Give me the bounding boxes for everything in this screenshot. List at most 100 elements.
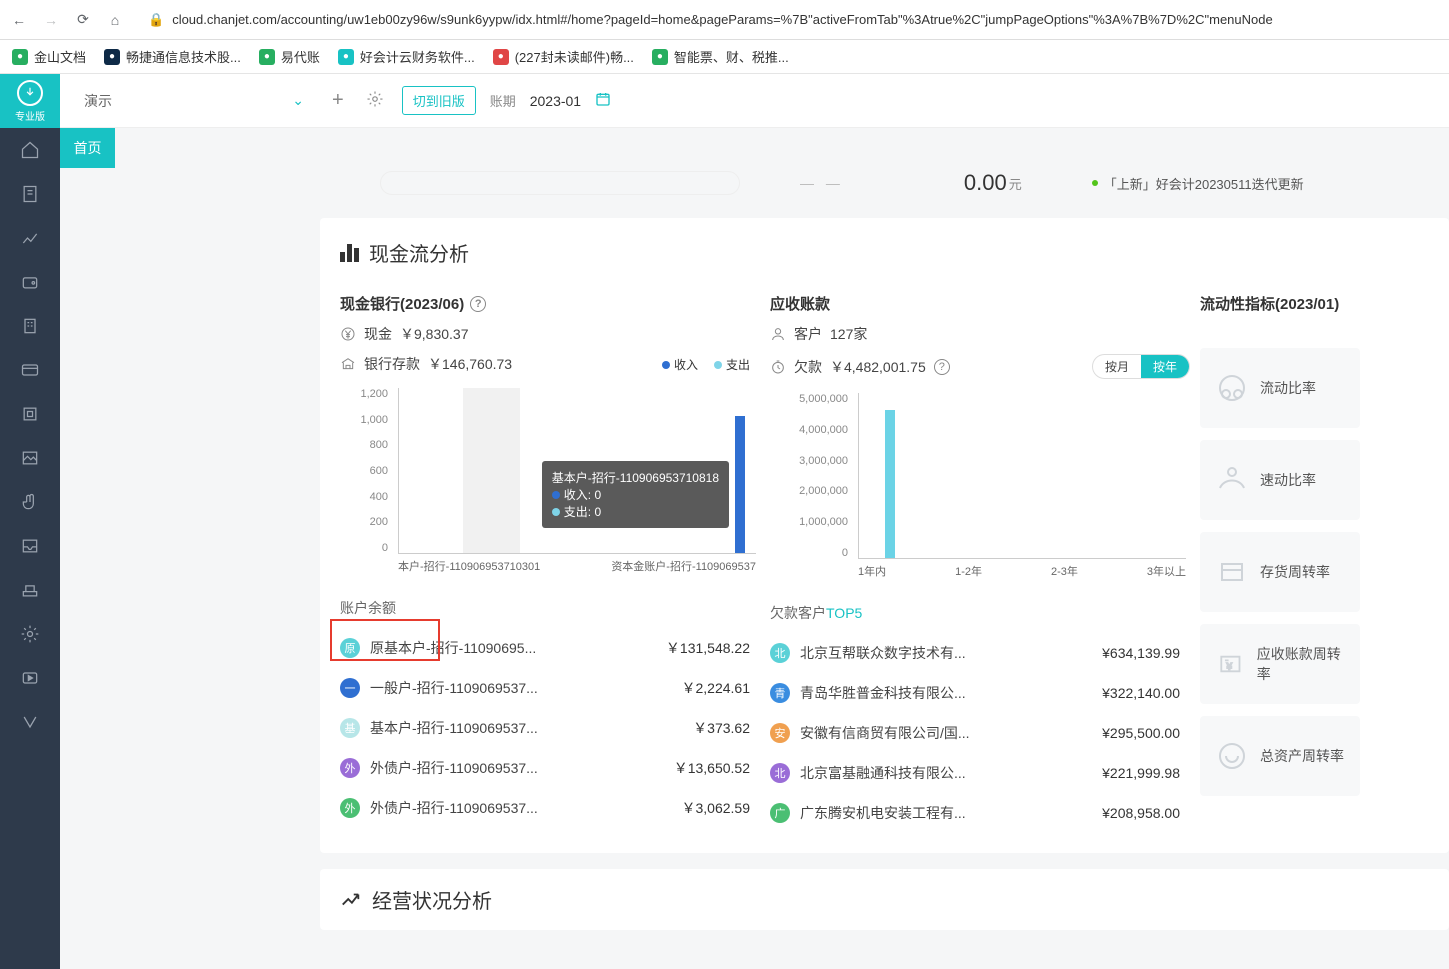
list-item[interactable]: 青青岛华胜普金科技有限公...¥322,140.00 [770,673,1190,713]
list-item[interactable]: 广广东腾安机电安装工程有...¥208,958.00 [770,793,1190,833]
account-selector[interactable]: 演示 ⌄ [74,84,314,118]
list-item[interactable]: 北北京富基融通科技有限公...¥221,999.98 [770,753,1190,793]
bank-legend: 收入 支出 [662,356,750,373]
recv-title: 应收账款 [770,293,1190,314]
bookmark-icon: ● [259,49,275,65]
help-icon[interactable]: ? [470,296,486,312]
bookmark-item[interactable]: ●易代账 [259,47,320,66]
liquidity-card[interactable]: 存货周转率 [1200,532,1360,612]
help-icon[interactable]: ? [934,359,950,375]
bookmark-item[interactable]: ●金山文档 [12,47,86,66]
badge-icon: 基 [340,718,360,738]
bookmark-icon: ● [493,49,509,65]
nav-tray-icon[interactable] [0,568,60,612]
address-bar[interactable]: 🔒 cloud.chanjet.com/accounting/uw1eb00zy… [138,8,1439,32]
nav-chart-icon[interactable] [0,216,60,260]
badge-icon: 一 [340,678,360,698]
chart-tooltip: 基本户-招行-110906953710818 收入: 0 支出: 0 [542,461,729,528]
metric-icon [1214,370,1250,406]
bank-icon [340,356,356,372]
period-toggle[interactable]: 按月 按年 [1092,354,1190,379]
liquidity-card[interactable]: 流动比率 [1200,348,1360,428]
bank-title: 现金银行(2023/06) ? [340,293,760,314]
bookmark-icon: ● [12,49,28,65]
nav-video-icon[interactable] [0,656,60,700]
receivables-column: 应收账款 客户 127家 [770,293,1190,833]
yen-icon [340,326,356,342]
balance-title: 账户余额 [340,598,760,618]
url-text: cloud.chanjet.com/accounting/uw1eb00zy96… [172,12,1273,27]
nav-card-icon[interactable] [0,348,60,392]
bookmark-icon: ● [104,49,120,65]
bookmark-item[interactable]: ●(227封未读邮件)畅... [493,47,634,66]
user-icon [770,326,786,342]
strip-pill [380,171,740,195]
bank-column: 现金银行(2023/06) ? 现金 ￥9,830.37 [340,293,760,833]
top-bar: 演示 ⌄ + 切到旧版 账期 2023-01 [60,74,1449,128]
cashflow-panel: 现金流分析 现金银行(2023/06) ? 现金 [320,218,1449,853]
badge-icon: 青 [770,683,790,703]
forward-icon[interactable]: → [42,11,60,29]
switch-old-button[interactable]: 切到旧版 [402,86,476,115]
list-item[interactable]: 安安徽有信商贸有限公司/国...¥295,500.00 [770,713,1190,753]
trend-icon [340,889,362,911]
metric-icon [1214,462,1250,498]
nav-wallet-icon[interactable] [0,260,60,304]
highlight-box [330,619,440,661]
bar-chart-icon [340,244,359,262]
nav-stamp-icon[interactable] [0,392,60,436]
home-icon[interactable]: ⌂ [106,11,124,29]
clock-icon [770,359,786,375]
strip-dash: — — [800,175,844,191]
app-logo[interactable]: 专业版 [0,74,60,128]
panel-title: 现金流分析 [340,238,1449,267]
reload-icon[interactable]: ⟳ [74,11,92,29]
list-item[interactable]: 北北京互帮联众数字技术有...¥634,139.99 [770,633,1190,673]
side-nav: 专业版 [0,74,60,969]
liquidity-card[interactable]: ¥应收账款周转率 [1200,624,1360,704]
list-item[interactable]: 外外债户-招行-1109069537...￥13,650.52 [340,748,760,788]
svg-text:¥: ¥ [1226,661,1233,671]
nav-hand-icon[interactable] [0,480,60,524]
customer-list: 北北京互帮联众数字技术有...¥634,139.99青青岛华胜普金科技有限公..… [770,633,1190,833]
list-item[interactable]: 基基本户-招行-1109069537...￥373.62 [340,708,760,748]
nav-v-icon[interactable] [0,700,60,744]
toggle-year[interactable]: 按年 [1141,355,1189,378]
liquidity-card[interactable]: 速动比率 [1200,440,1360,520]
settings-icon[interactable] [362,86,388,115]
nav-image-icon[interactable] [0,436,60,480]
bank-chart[interactable]: 1,2001,0008006004002000 基本户-招行-110906953… [340,388,760,578]
tab-home[interactable]: 首页 [60,128,115,168]
bookmark-item[interactable]: ●好会计云财务软件... [338,47,475,66]
badge-icon: 外 [340,758,360,778]
period-label: 账期 [490,91,516,110]
badge-icon: 安 [770,723,790,743]
list-item[interactable]: 一一般户-招行-1109069537...￥2,224.61 [340,668,760,708]
liquidity-column: 流动性指标(2023/01) 流动比率速动比率存货周转率¥应收账款周转率总资产周… [1200,293,1360,833]
strip-unit: 元 [1009,174,1022,193]
top5-title: 欠款客户TOP5 [770,603,1190,623]
nav-home-icon[interactable] [0,128,60,172]
toggle-month[interactable]: 按月 [1093,355,1141,378]
browser-toolbar: ← → ⟳ ⌂ 🔒 cloud.chanjet.com/accounting/u… [0,0,1449,40]
liquidity-card[interactable]: 总资产周转率 [1200,716,1360,796]
back-icon[interactable]: ← [10,11,28,29]
recv-chart[interactable]: 5,000,0004,000,0003,000,0002,000,0001,00… [770,393,1190,583]
add-icon[interactable]: + [328,85,348,116]
nav-building-icon[interactable] [0,304,60,348]
news-dot-icon [1092,180,1098,186]
bookmark-item[interactable]: ●畅捷通信息技术股... [104,47,241,66]
bookmark-item[interactable]: ●智能票、财、税推... [652,47,789,66]
operating-panel: 经营状况分析 [320,869,1449,930]
nav-inbox-icon[interactable] [0,524,60,568]
metric-icon [1214,738,1250,774]
calendar-icon[interactable] [595,91,611,110]
badge-icon: 北 [770,643,790,663]
badge-icon: 广 [770,803,790,823]
nav-gear-icon[interactable] [0,612,60,656]
badge-icon: 北 [770,763,790,783]
list-item[interactable]: 外外债户-招行-1109069537...￥3,062.59 [340,788,760,828]
nav-doc-icon[interactable] [0,172,60,216]
news-text[interactable]: 「上新」好会计20230511迭代更新 [1104,174,1304,193]
lock-icon: 🔒 [148,12,164,28]
